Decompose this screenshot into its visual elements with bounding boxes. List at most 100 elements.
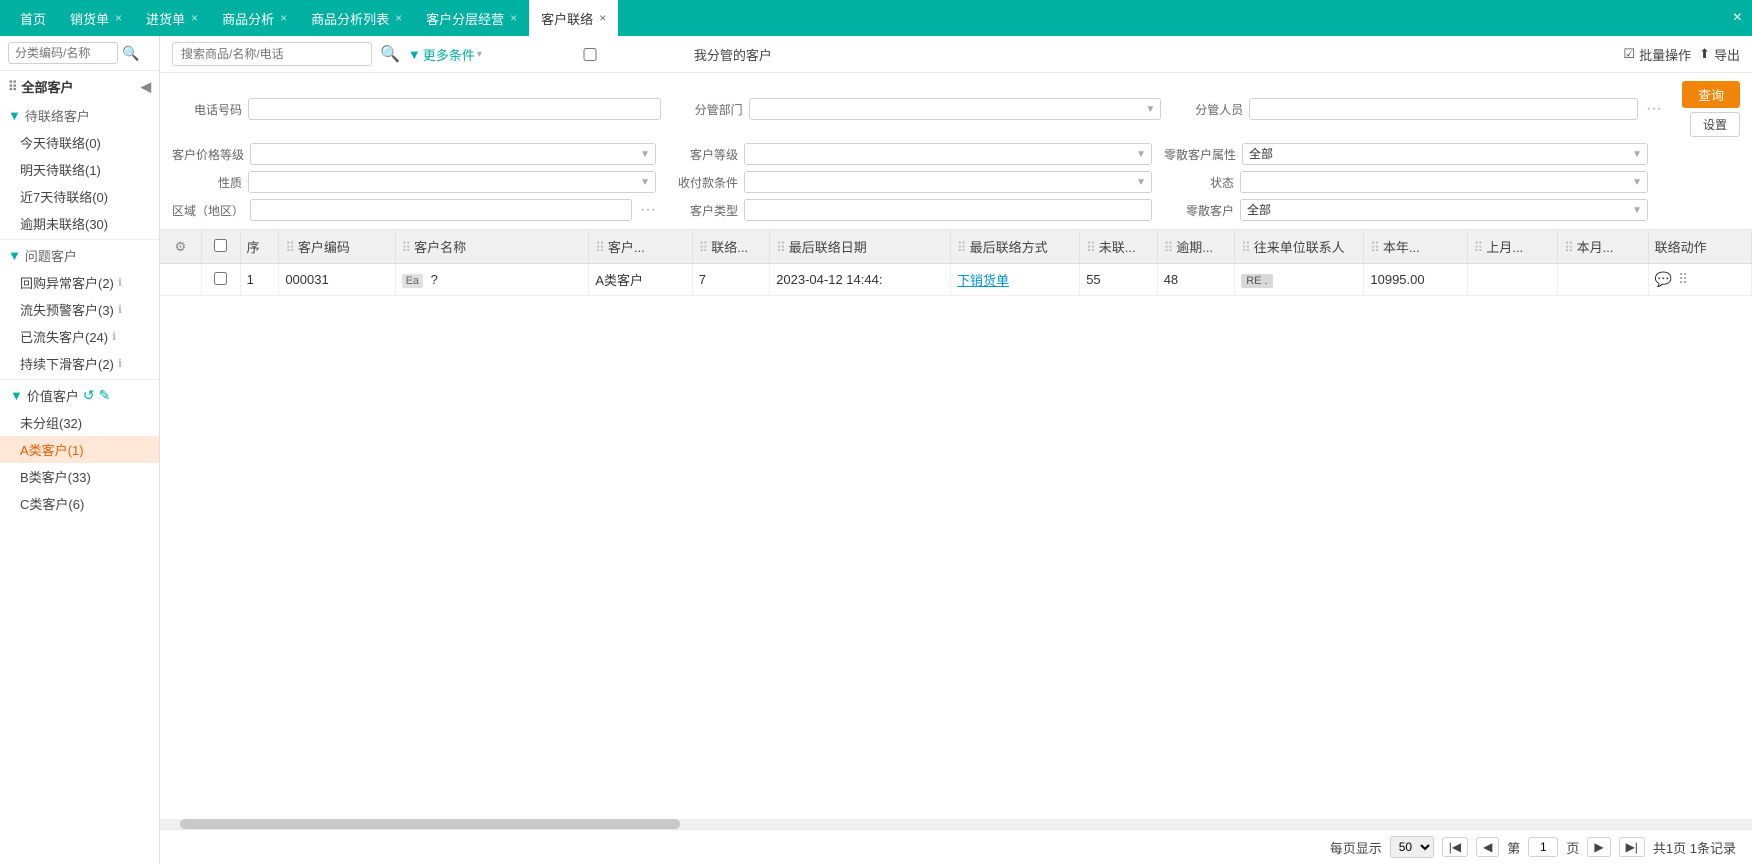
sidebar-item-tomorrow[interactable]: 明天待联络(1) bbox=[0, 156, 159, 183]
sidebar-item-overdue[interactable]: 逾期未联络(30) bbox=[0, 210, 159, 237]
sidebar-all-customers[interactable]: ⠿ 全部客户 ◀ bbox=[0, 71, 159, 102]
export-label: 导出 bbox=[1714, 45, 1740, 64]
filter-select-retail[interactable]: 全部 bbox=[1240, 199, 1648, 221]
nav-tab-home[interactable]: 首页 bbox=[8, 0, 58, 36]
pag-prev-btn[interactable]: ◀ bbox=[1476, 837, 1499, 857]
row-this-year: 10995.00 bbox=[1364, 264, 1467, 296]
filter-select-retail-attr[interactable]: 全部 bbox=[1242, 143, 1648, 165]
pag-last-btn[interactable]: ▶| bbox=[1619, 837, 1645, 857]
filter-cell-retail-attr: 零散客户属性 全部 ▼ bbox=[1164, 143, 1648, 165]
nav-tab-purchase[interactable]: 进货单 × bbox=[134, 0, 210, 36]
sidebar-item-today[interactable]: 今天待联络(0) bbox=[0, 129, 159, 156]
pag-total-label: 共1页 1条记录 bbox=[1653, 838, 1736, 857]
filter-select-price-tier-wrap: ▼ bbox=[250, 143, 656, 165]
more-filters-button[interactable]: ▼ 更多条件 ▾ bbox=[408, 45, 482, 64]
row-name-extra: ? bbox=[431, 272, 438, 287]
sidebar-item-declining[interactable]: 持续下滑客户(2) ℹ bbox=[0, 350, 159, 377]
filter-select-retail-attr-wrap: 全部 ▼ bbox=[1242, 143, 1648, 165]
sidebar-item-class-b[interactable]: B类客户(33) bbox=[0, 463, 159, 490]
sidebar-item-repurchase[interactable]: 回购异常客户(2) ℹ bbox=[0, 269, 159, 296]
filter-label-dept: 分管部门 bbox=[673, 101, 743, 118]
nav-tab-customer-tier-close[interactable]: × bbox=[510, 11, 517, 25]
my-customers-checkbox[interactable] bbox=[490, 48, 690, 61]
sidebar-item-churn-warning-label: 流失预警客户(3) bbox=[20, 300, 114, 319]
sidebar-item-churn-warning[interactable]: 流失预警客户(3) ℹ bbox=[0, 296, 159, 323]
gear-icon[interactable]: ⚙ bbox=[175, 239, 187, 254]
nav-tab-analysis[interactable]: 商品分析 × bbox=[210, 0, 299, 36]
table-scrollbar[interactable] bbox=[160, 819, 1752, 829]
filter-label-manager: 分管人员 bbox=[1173, 101, 1243, 118]
info-icon-repurchase: ℹ bbox=[118, 276, 122, 289]
export-icon: ⬆ bbox=[1699, 46, 1710, 62]
row-last-contact-method-link[interactable]: 下销货单 bbox=[957, 273, 1009, 288]
filter-input-region[interactable] bbox=[250, 199, 632, 221]
nav-tab-sales-close[interactable]: × bbox=[115, 11, 122, 25]
search-input[interactable] bbox=[172, 42, 372, 66]
my-customers-checkbox-label[interactable]: 我分管的客户 bbox=[490, 45, 772, 64]
filter-select-nature[interactable] bbox=[248, 171, 656, 193]
row-actions-wrap: 💬 ⠿ bbox=[1655, 271, 1745, 288]
search-button-icon[interactable]: 🔍 bbox=[380, 44, 400, 64]
sidebar-item-7days[interactable]: 近7天待联络(0) bbox=[0, 183, 159, 210]
col-resizer-type: ⠿ bbox=[595, 240, 605, 255]
group-value-edit-icon[interactable]: ✎ bbox=[99, 387, 111, 404]
nav-tab-purchase-close[interactable]: × bbox=[191, 11, 198, 25]
per-page-label: 每页显示 bbox=[1330, 838, 1382, 857]
filter-select-dept[interactable] bbox=[749, 98, 1162, 120]
filter-label-region: 区域（地区） bbox=[172, 202, 244, 219]
group-value-refresh-icon[interactable]: ↺ bbox=[83, 387, 95, 404]
sidebar-item-unclassified[interactable]: 未分组(32) bbox=[0, 409, 159, 436]
filter-input-manager[interactable] bbox=[1249, 98, 1638, 120]
filter-select-nature-wrap: ▼ bbox=[248, 171, 656, 193]
pag-first-btn[interactable]: |◀ bbox=[1442, 837, 1468, 857]
sidebar-item-repurchase-label: 回购异常客户(2) bbox=[20, 273, 114, 292]
filter-select-customer-tier[interactable] bbox=[744, 143, 1152, 165]
col-code-header: ⠿客户编码 bbox=[279, 230, 395, 264]
nav-tab-analysis-list-close[interactable]: × bbox=[395, 11, 402, 25]
select-all-checkbox[interactable] bbox=[214, 239, 227, 252]
sidebar-item-class-c[interactable]: C类客户(6) bbox=[0, 490, 159, 517]
filter-select-price-tier[interactable] bbox=[250, 143, 656, 165]
sidebar-item-churned[interactable]: 已流失客户(24) ℹ bbox=[0, 323, 159, 350]
row-checkbox-cell bbox=[201, 264, 240, 296]
filter-select-payment[interactable] bbox=[744, 171, 1152, 193]
filter-label-payment: 收付款条件 bbox=[668, 174, 738, 191]
per-page-select[interactable]: 50 bbox=[1390, 836, 1434, 858]
region-dots-icon[interactable]: ··· bbox=[640, 201, 656, 219]
group-value-arrow[interactable]: ▼ bbox=[10, 388, 23, 403]
nav-tab-customer-contact-close[interactable]: × bbox=[599, 11, 606, 25]
col-last-month-header: ⠿上月... bbox=[1467, 230, 1557, 264]
export-button[interactable]: ⬆ 导出 bbox=[1699, 45, 1740, 64]
chat-icon[interactable]: 💬 bbox=[1655, 271, 1672, 288]
filter-select-status[interactable] bbox=[1240, 171, 1648, 193]
pag-next-btn[interactable]: ▶ bbox=[1587, 837, 1610, 857]
query-button[interactable]: 查询 bbox=[1682, 81, 1740, 108]
nav-tab-analysis-close[interactable]: × bbox=[280, 11, 287, 25]
filter-row-1: 电话号码 分管部门 ▼ 分管人员 ··· 查询 设置 bbox=[172, 81, 1740, 137]
batch-op-button[interactable]: ☑ 批量操作 bbox=[1623, 45, 1691, 64]
sidebar-group-problem[interactable]: ▼ 问题客户 bbox=[0, 242, 159, 269]
filter-input-customer-type[interactable] bbox=[744, 199, 1152, 221]
sidebar-group-pending[interactable]: ▼ 待联络客户 bbox=[0, 102, 159, 129]
nav-tab-customer-contact[interactable]: 客户联络 × bbox=[529, 0, 618, 36]
sidebar-collapse-icon[interactable]: ◀ bbox=[141, 79, 151, 95]
nav-tab-sales[interactable]: 销货单 × bbox=[58, 0, 134, 36]
close-all-icon[interactable]: × bbox=[1733, 9, 1742, 27]
sidebar-item-class-a[interactable]: A类客户(1) bbox=[0, 436, 159, 463]
filter-input-phone[interactable] bbox=[248, 98, 661, 120]
nav-tab-analysis-list[interactable]: 商品分析列表 × bbox=[299, 0, 414, 36]
pag-page-suffix: 页 bbox=[1566, 838, 1579, 857]
pag-page-input[interactable] bbox=[1528, 837, 1558, 857]
qr-icon[interactable]: ⠿ bbox=[1678, 271, 1688, 288]
sidebar-search-input[interactable] bbox=[8, 42, 118, 64]
nav-tab-customer-tier[interactable]: 客户分层经营 × bbox=[414, 0, 529, 36]
nav-tab-analysis-label: 商品分析 bbox=[222, 9, 274, 28]
row-select-checkbox[interactable] bbox=[214, 272, 227, 285]
manager-dots-icon[interactable]: ··· bbox=[1646, 100, 1662, 118]
sidebar-item-tomorrow-label: 明天待联络(1) bbox=[20, 160, 101, 179]
sidebar-search-icon[interactable]: 🔍 bbox=[122, 45, 139, 62]
info-icon-declining: ℹ bbox=[118, 357, 122, 370]
filter-row-2: 客户价格等级 ▼ 客户等级 ▼ 零散客户属性 全部 bbox=[172, 143, 1740, 165]
filter-label-retail: 零散客户 bbox=[1164, 202, 1234, 219]
setting-button[interactable]: 设置 bbox=[1690, 112, 1740, 137]
